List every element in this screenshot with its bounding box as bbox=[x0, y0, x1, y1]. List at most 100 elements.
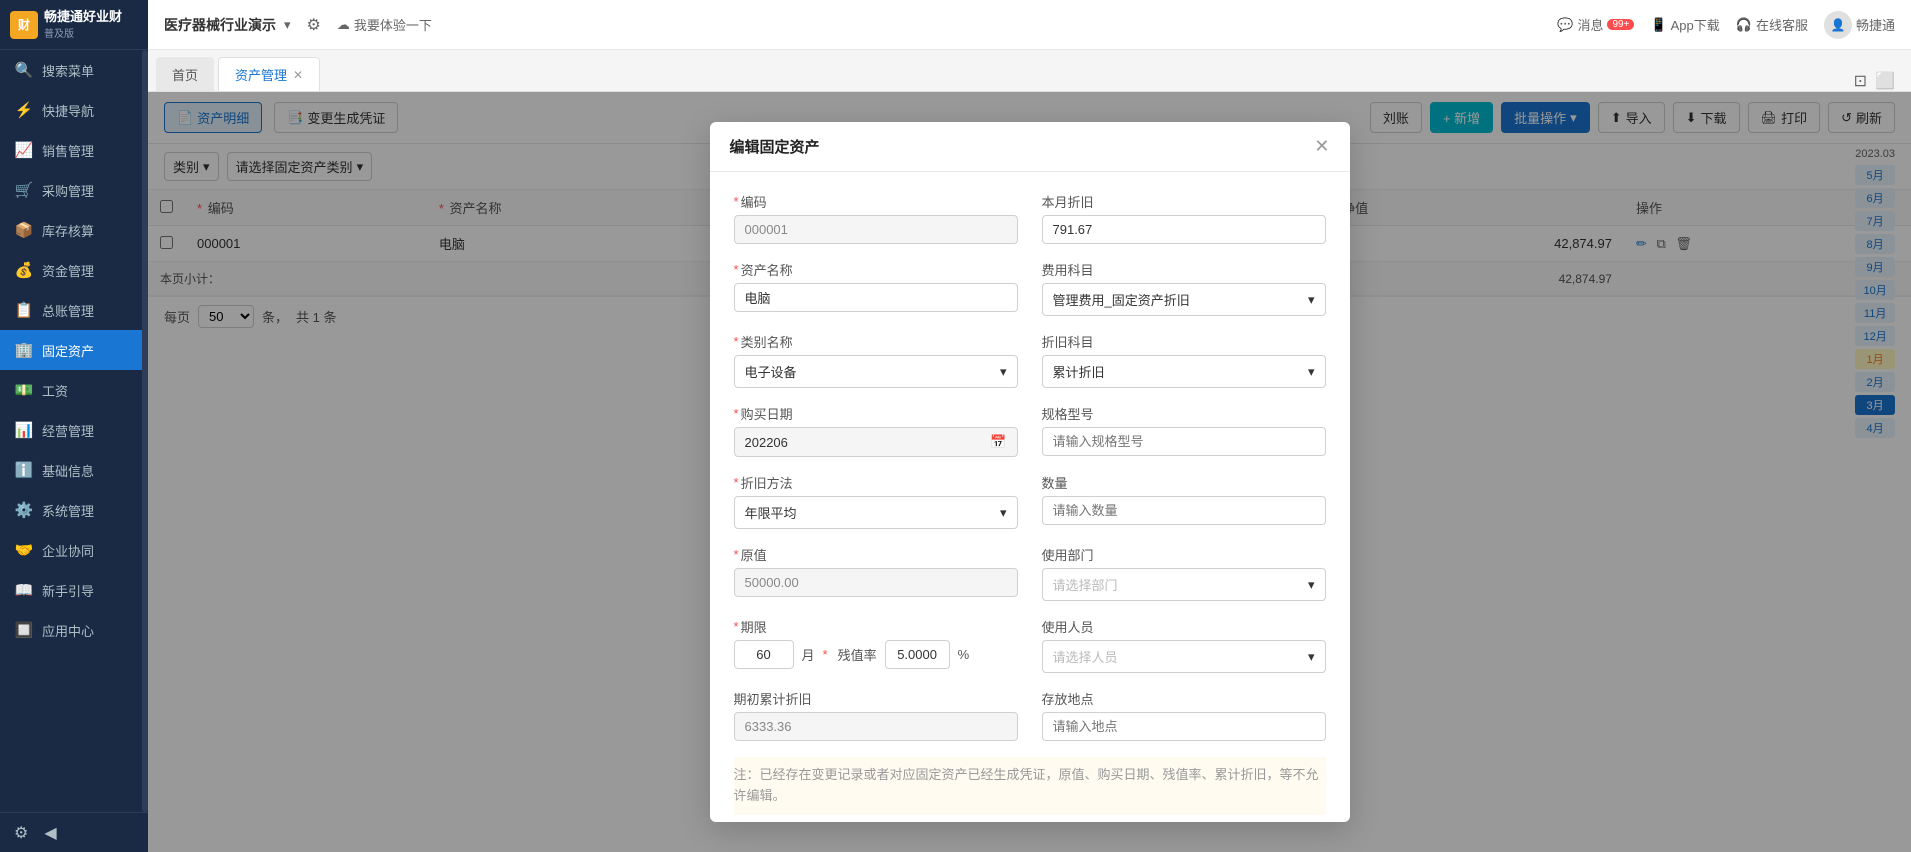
collapse-sidebar-icon[interactable]: ◀ bbox=[44, 823, 56, 843]
settings-icon[interactable]: ⚙ bbox=[14, 823, 28, 843]
depreciation-account-select[interactable]: 累计折旧 ▾ bbox=[1042, 355, 1326, 388]
app-download-btn[interactable]: 📱 App下载 bbox=[1650, 15, 1719, 34]
location-label: 存放地点 bbox=[1042, 689, 1326, 708]
maximize-icon[interactable]: ⬜ bbox=[1875, 71, 1895, 91]
method-select[interactable]: 年限平均 ▾ bbox=[734, 496, 1018, 529]
sidebar-bottom: ⚙ ◀ bbox=[0, 812, 148, 852]
tab-close-icon[interactable]: ✕ bbox=[293, 68, 303, 82]
sidebar-item-payroll[interactable]: 💵 工资 bbox=[0, 370, 142, 410]
field-quantity: 数量 bbox=[1042, 473, 1326, 529]
finance-icon: 💰 bbox=[14, 260, 34, 280]
sidebar-logo: 财 畅捷通好业财 普及版 bbox=[0, 0, 148, 50]
department-select[interactable]: 请选择部门 ▾ bbox=[1042, 568, 1326, 601]
spec-input[interactable] bbox=[1042, 427, 1326, 456]
sidebar-item-general-ledger[interactable]: 📋 总账管理 bbox=[0, 290, 142, 330]
tab-asset-management[interactable]: 资产管理 ✕ bbox=[218, 57, 320, 91]
asset-name-input[interactable] bbox=[734, 283, 1018, 312]
field-department: 使用部门 请选择部门 ▾ bbox=[1042, 545, 1326, 601]
sidebar-item-inventory[interactable]: 📦 库存核算 bbox=[0, 210, 142, 250]
code-input[interactable] bbox=[734, 215, 1018, 244]
quantity-input[interactable] bbox=[1042, 496, 1326, 525]
sidebar-item-app-center[interactable]: 🔲 应用中心 bbox=[0, 610, 142, 650]
expense-account-select[interactable]: 管理费用_固定资产折旧 ▾ bbox=[1042, 283, 1326, 316]
period-input[interactable] bbox=[734, 640, 794, 669]
general-ledger-icon: 📋 bbox=[14, 300, 34, 320]
quick-nav-icon: ⚡ bbox=[14, 100, 34, 120]
initial-depreciation-input[interactable] bbox=[734, 712, 1018, 741]
period-label: * 期限 bbox=[734, 617, 1018, 636]
category-label: * 类别名称 bbox=[734, 332, 1018, 351]
original-value-input[interactable] bbox=[734, 568, 1018, 597]
cloud-icon: ☁ bbox=[337, 17, 350, 33]
field-method: * 折旧方法 年限平均 ▾ bbox=[734, 473, 1018, 529]
field-initial-depreciation: 期初累计折旧 bbox=[734, 689, 1018, 741]
modal-row-3: * 类别名称 电子设备 ▾ 折旧科目 bbox=[734, 332, 1326, 388]
purchase-date-input[interactable]: 202206 📅 bbox=[734, 427, 1018, 457]
dropdown-icon4: ▾ bbox=[1000, 505, 1007, 521]
sidebar-item-system[interactable]: ⚙️ 系统管理 bbox=[0, 490, 142, 530]
tabbar: 首页 资产管理 ✕ ⊡ ⬜ bbox=[148, 50, 1911, 92]
sidebar-item-operations[interactable]: 📊 经营管理 bbox=[0, 410, 142, 450]
sidebar-item-basic-info[interactable]: ℹ️ 基础信息 bbox=[0, 450, 142, 490]
depreciation-account-label: 折旧科目 bbox=[1042, 332, 1326, 351]
messages-btn[interactable]: 💬 消息 99+ bbox=[1557, 15, 1634, 34]
field-monthly-depreciation: 本月折旧 bbox=[1042, 192, 1326, 244]
user-select[interactable]: 请选择人员 ▾ bbox=[1042, 640, 1326, 673]
dropdown-icon6: ▾ bbox=[1308, 649, 1315, 665]
field-user: 使用人员 请选择人员 ▾ bbox=[1042, 617, 1326, 673]
sidebar-item-purchase[interactable]: 🛒 采购管理 bbox=[0, 170, 142, 210]
sidebar: 财 畅捷通好业财 普及版 🔍 搜索菜单 ⚡ 快捷导航 📈 销售管理 🛒 采购管理 bbox=[0, 0, 148, 852]
initial-depreciation-label: 期初累计折旧 bbox=[734, 689, 1018, 708]
company-name: 医疗器械行业演示 bbox=[164, 15, 276, 35]
sales-icon: 📈 bbox=[14, 140, 34, 160]
code-label: * 编码 bbox=[734, 192, 1018, 211]
tab-expand: ⊡ ⬜ bbox=[1854, 71, 1903, 91]
avatar: 👤 bbox=[1824, 11, 1852, 39]
user-avatar-btn[interactable]: 👤 畅捷通 bbox=[1824, 11, 1895, 39]
field-spec: 规格型号 bbox=[1042, 404, 1326, 457]
modal-row-8: 期初累计折旧 存放地点 bbox=[734, 689, 1326, 741]
inventory-icon: 📦 bbox=[14, 220, 34, 240]
topbar-gear-icon[interactable]: ⚙ bbox=[307, 15, 321, 35]
modal-close-btn[interactable]: ✕ bbox=[1314, 136, 1329, 157]
expand-icon[interactable]: ⊡ bbox=[1854, 71, 1867, 91]
experience-btn[interactable]: ☁ 我要体验一下 bbox=[337, 15, 432, 34]
modal-header: 编辑固定资产 ✕ bbox=[710, 122, 1350, 172]
logo-text: 畅捷通好业财 普及版 bbox=[44, 9, 122, 40]
modal-title: 编辑固定资产 bbox=[730, 136, 820, 157]
sidebar-item-guide[interactable]: 📖 新手引导 bbox=[0, 570, 142, 610]
online-service-btn[interactable]: 🎧 在线客服 bbox=[1736, 15, 1808, 34]
sidebar-item-quick-nav[interactable]: ⚡ 快捷导航 bbox=[0, 90, 142, 130]
modal-body: * 编码 本月折旧 bbox=[710, 172, 1350, 822]
location-input[interactable] bbox=[1042, 712, 1326, 741]
field-location: 存放地点 bbox=[1042, 689, 1326, 741]
cooperation-icon: 🤝 bbox=[14, 540, 34, 560]
sidebar-item-cooperation[interactable]: 🤝 企业协同 bbox=[0, 530, 142, 570]
edit-asset-modal: 编辑固定资产 ✕ * 编码 bbox=[710, 122, 1350, 822]
modal-row-6: * 原值 使用部门 请选择部门 ▾ bbox=[734, 545, 1326, 601]
system-icon: ⚙️ bbox=[14, 500, 34, 520]
dropdown-icon2: ▾ bbox=[1000, 364, 1007, 380]
residual-rate-input[interactable] bbox=[885, 640, 950, 669]
modal-row-7: * 期限 月 * 残值率 % bbox=[734, 617, 1326, 673]
category-select[interactable]: 电子设备 ▾ bbox=[734, 355, 1018, 388]
main-area: 医疗器械行业演示 ▾ ⚙ ☁ 我要体验一下 💬 消息 99+ 📱 App下载 🎧… bbox=[148, 0, 1911, 852]
sidebar-item-search[interactable]: 🔍 搜索菜单 bbox=[0, 50, 142, 90]
field-code: * 编码 bbox=[734, 192, 1018, 244]
field-period-rate: * 期限 月 * 残值率 % bbox=[734, 617, 1018, 673]
purchase-icon: 🛒 bbox=[14, 180, 34, 200]
dropdown-icon3: ▾ bbox=[1308, 364, 1315, 380]
sidebar-item-fixed-assets[interactable]: 🏢 固定资产 bbox=[0, 330, 142, 370]
search-icon: 🔍 bbox=[14, 60, 34, 80]
headset-icon: 🎧 bbox=[1736, 17, 1752, 33]
payroll-icon: 💵 bbox=[14, 380, 34, 400]
monthly-depreciation-label: 本月折旧 bbox=[1042, 192, 1326, 211]
topbar: 医疗器械行业演示 ▾ ⚙ ☁ 我要体验一下 💬 消息 99+ 📱 App下载 🎧… bbox=[148, 0, 1911, 50]
tab-home[interactable]: 首页 bbox=[156, 57, 214, 91]
company-dropdown-icon[interactable]: ▾ bbox=[284, 17, 291, 33]
monthly-depreciation-input[interactable] bbox=[1042, 215, 1326, 244]
sidebar-item-finance[interactable]: 💰 资金管理 bbox=[0, 250, 142, 290]
field-purchase-date: * 购买日期 202206 📅 bbox=[734, 404, 1018, 457]
sidebar-item-sales[interactable]: 📈 销售管理 bbox=[0, 130, 142, 170]
app-center-icon: 🔲 bbox=[14, 620, 34, 640]
